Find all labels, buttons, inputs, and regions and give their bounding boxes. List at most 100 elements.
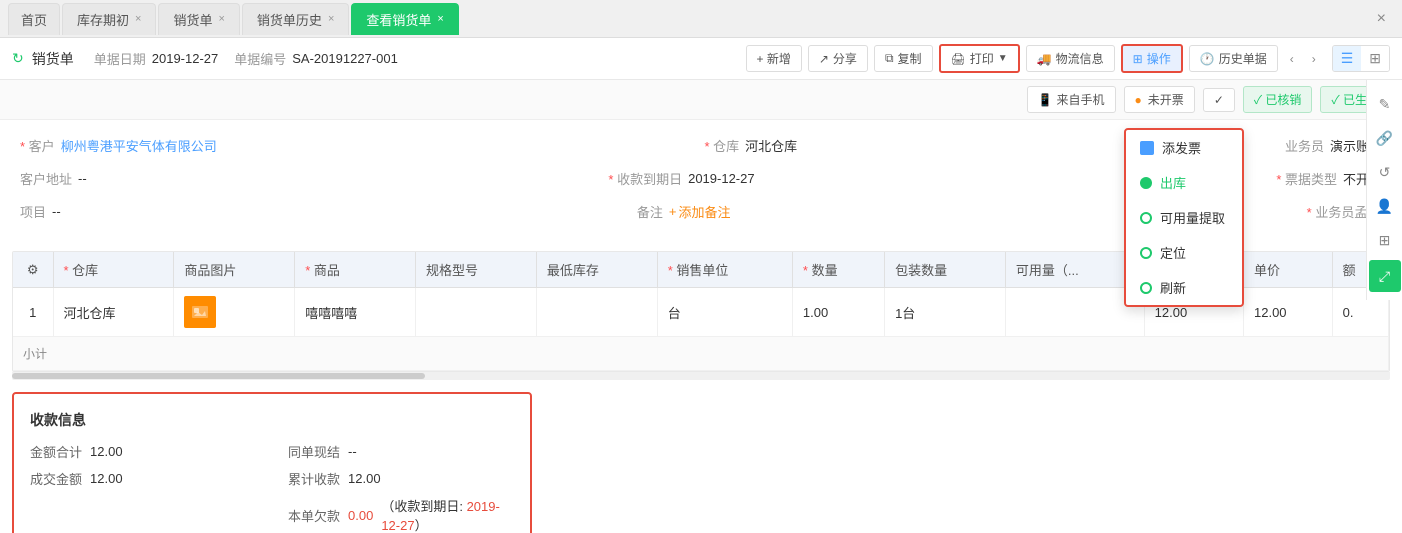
nav-prev-btn[interactable]: ‹ xyxy=(1284,48,1300,70)
view-list-btn[interactable]: ☰ xyxy=(1333,46,1362,71)
tab-view-sale[interactable]: 查看销货单 × xyxy=(351,3,458,35)
th-amount-label: 额 xyxy=(1343,263,1356,278)
toolbar-actions: + 新增 ↗ 分享 ⧉ 复制 🖨 打印 ▼ 🚚 物流信息 ⊞ 操作 xyxy=(746,44,1390,73)
doc-icon: ↻ xyxy=(12,50,24,67)
tab-sale-history-label: 销货单历史 xyxy=(257,10,322,29)
history-label: 历史单据 xyxy=(1219,50,1267,67)
expand-icon: ⤢ xyxy=(1379,268,1390,285)
table-scrollbar[interactable] xyxy=(12,372,1390,380)
td-quantity: 1.00 xyxy=(792,288,884,337)
operation-button[interactable]: ⊞ 操作 xyxy=(1121,44,1183,73)
sidebar-expand-icon[interactable]: ⤢ xyxy=(1369,260,1401,292)
warehouse-field: 仓库 河北仓库 xyxy=(704,136,797,155)
refresh-icon xyxy=(1140,282,1152,294)
product-image xyxy=(184,296,216,328)
td-warehouse: 河北仓库 xyxy=(53,288,174,337)
tab-inventory-close[interactable]: × xyxy=(135,13,141,25)
ellipsis-btn[interactable]: ✓ xyxy=(1203,88,1235,112)
owed-date[interactable]: 2019-12-27 xyxy=(381,499,499,533)
project-label: 项目 xyxy=(20,202,46,221)
remark-field: 备注 添加备注 xyxy=(637,202,731,221)
th-unit-price-label: 单价 xyxy=(1254,263,1280,278)
op-outbound[interactable]: 出库 xyxy=(1126,165,1242,200)
right-sidebar: ✎ 🔗 ↺ 👤 ⊞ ⤢ xyxy=(1366,80,1402,300)
settings-icon: ⚙ xyxy=(27,262,39,277)
nav-next-btn[interactable]: › xyxy=(1306,48,1322,70)
sidebar-grid-icon[interactable]: ⊞ xyxy=(1369,224,1401,256)
copy-button[interactable]: ⧉ 复制 xyxy=(874,45,933,72)
address-value: -- xyxy=(78,171,87,186)
th-unit-price: 单价 xyxy=(1244,252,1333,288)
tab-home[interactable]: 首页 xyxy=(8,3,60,35)
subtotal-cell: 小计 xyxy=(13,337,1389,371)
project-value: -- xyxy=(52,204,61,219)
sidebar-rotate-icon[interactable]: ↺ xyxy=(1369,156,1401,188)
status-cancelled-label: 已核销 xyxy=(1265,93,1301,107)
print-button[interactable]: 🖨 打印 ▼ xyxy=(939,44,1020,73)
locate-label: 定位 xyxy=(1160,243,1186,262)
status-cancelled-btn[interactable]: ✓ 已核销 xyxy=(1243,86,1313,113)
doc-date-field: 单据日期 2019-12-27 xyxy=(94,49,219,68)
sidebar-edit-icon[interactable]: ✎ xyxy=(1369,88,1401,120)
doc-date-label: 单据日期 xyxy=(94,49,146,68)
tab-sale-order[interactable]: 销货单 × xyxy=(158,3,239,35)
share-label: 分享 xyxy=(833,50,857,67)
td-unit-price: 12.00 xyxy=(1244,288,1333,337)
row-unit-price: 12.00 xyxy=(1254,305,1287,320)
refresh-label: 刷新 xyxy=(1160,278,1186,297)
customer-value[interactable]: 柳州粤港平安气体有限公司 xyxy=(61,136,217,155)
row-amount: 0. xyxy=(1343,305,1354,320)
not-open-btn[interactable]: 未开票 xyxy=(1124,86,1195,113)
row-quantity: 1.00 xyxy=(803,305,828,320)
not-open-label: 未开票 xyxy=(1148,91,1184,108)
td-pack-qty: 1台 xyxy=(885,288,1006,337)
owed-value: 0.00 xyxy=(348,508,373,523)
owed-extra: （收款到期日: 2019-12-27） xyxy=(381,496,514,533)
th-settings[interactable]: ⚙ xyxy=(13,252,53,288)
th-product-img-label: 商品图片 xyxy=(184,263,236,278)
sidebar-link-icon[interactable]: 🔗 xyxy=(1369,122,1401,154)
same-order-row: 同单现结 -- xyxy=(288,442,514,461)
logistics-button[interactable]: 🚚 物流信息 xyxy=(1026,45,1115,72)
table-scroll-thumb xyxy=(12,373,425,379)
tab-sale-history[interactable]: 销货单历史 × xyxy=(242,3,349,35)
tab-home-label: 首页 xyxy=(21,10,47,29)
close-all-tabs[interactable]: × xyxy=(1369,10,1394,28)
add-invoice-label: 添发票 xyxy=(1162,138,1201,157)
tab-sale-history-close[interactable]: × xyxy=(328,13,334,25)
tab-sale-order-close[interactable]: × xyxy=(218,13,224,25)
doc-title: 销货单 xyxy=(32,49,74,69)
row-sale-unit: 台 xyxy=(668,306,681,321)
share-button[interactable]: ↗ 分享 xyxy=(808,45,868,72)
td-min-stock xyxy=(536,288,657,337)
row-number: 1 xyxy=(29,305,36,320)
op-refresh[interactable]: 刷新 xyxy=(1126,270,1242,305)
customer-field: 客户 柳州粤港平安气体有限公司 xyxy=(20,136,217,155)
tab-view-sale-close[interactable]: × xyxy=(437,13,443,25)
view-grid-btn[interactable]: ⊞ xyxy=(1361,46,1389,71)
project-field: 项目 -- xyxy=(20,202,61,221)
toolbar: ↻ 销货单 单据日期 2019-12-27 单据编号 SA-20191227-0… xyxy=(0,38,1402,80)
sidebar-user-icon[interactable]: 👤 xyxy=(1369,190,1401,222)
td-row-no: 1 xyxy=(13,288,53,337)
doc-no-value: SA-20191227-001 xyxy=(292,51,398,66)
remark-add-btn[interactable]: 添加备注 xyxy=(669,202,731,221)
subtotal-label: 小计 xyxy=(23,347,47,361)
from-phone-btn[interactable]: 📱 来自手机 xyxy=(1027,86,1116,113)
op-locate[interactable]: 定位 xyxy=(1126,235,1242,270)
op-available-qty[interactable]: 可用量提取 xyxy=(1126,200,1242,235)
row-pack-qty: 1台 xyxy=(895,306,915,321)
warehouse-label: 仓库 xyxy=(704,136,739,155)
owed-label: 本单欠款 xyxy=(288,506,340,525)
tab-inventory[interactable]: 库存期初 × xyxy=(62,3,156,35)
outbound-icon xyxy=(1140,177,1152,189)
address-label: 客户地址 xyxy=(20,169,72,188)
doc-no-field: 单据编号 SA-20191227-001 xyxy=(234,49,398,68)
operation-grid-icon: ⊞ xyxy=(1133,52,1143,66)
logistics-icon: 🚚 xyxy=(1037,52,1052,66)
th-min-stock-label: 最低库存 xyxy=(547,263,599,278)
new-button[interactable]: + 新增 xyxy=(746,45,802,72)
doc-meta: 单据日期 2019-12-27 单据编号 SA-20191227-001 xyxy=(94,49,742,68)
op-add-invoice[interactable]: 添发票 xyxy=(1126,130,1242,165)
history-button[interactable]: 🕐 历史单据 xyxy=(1189,45,1278,72)
